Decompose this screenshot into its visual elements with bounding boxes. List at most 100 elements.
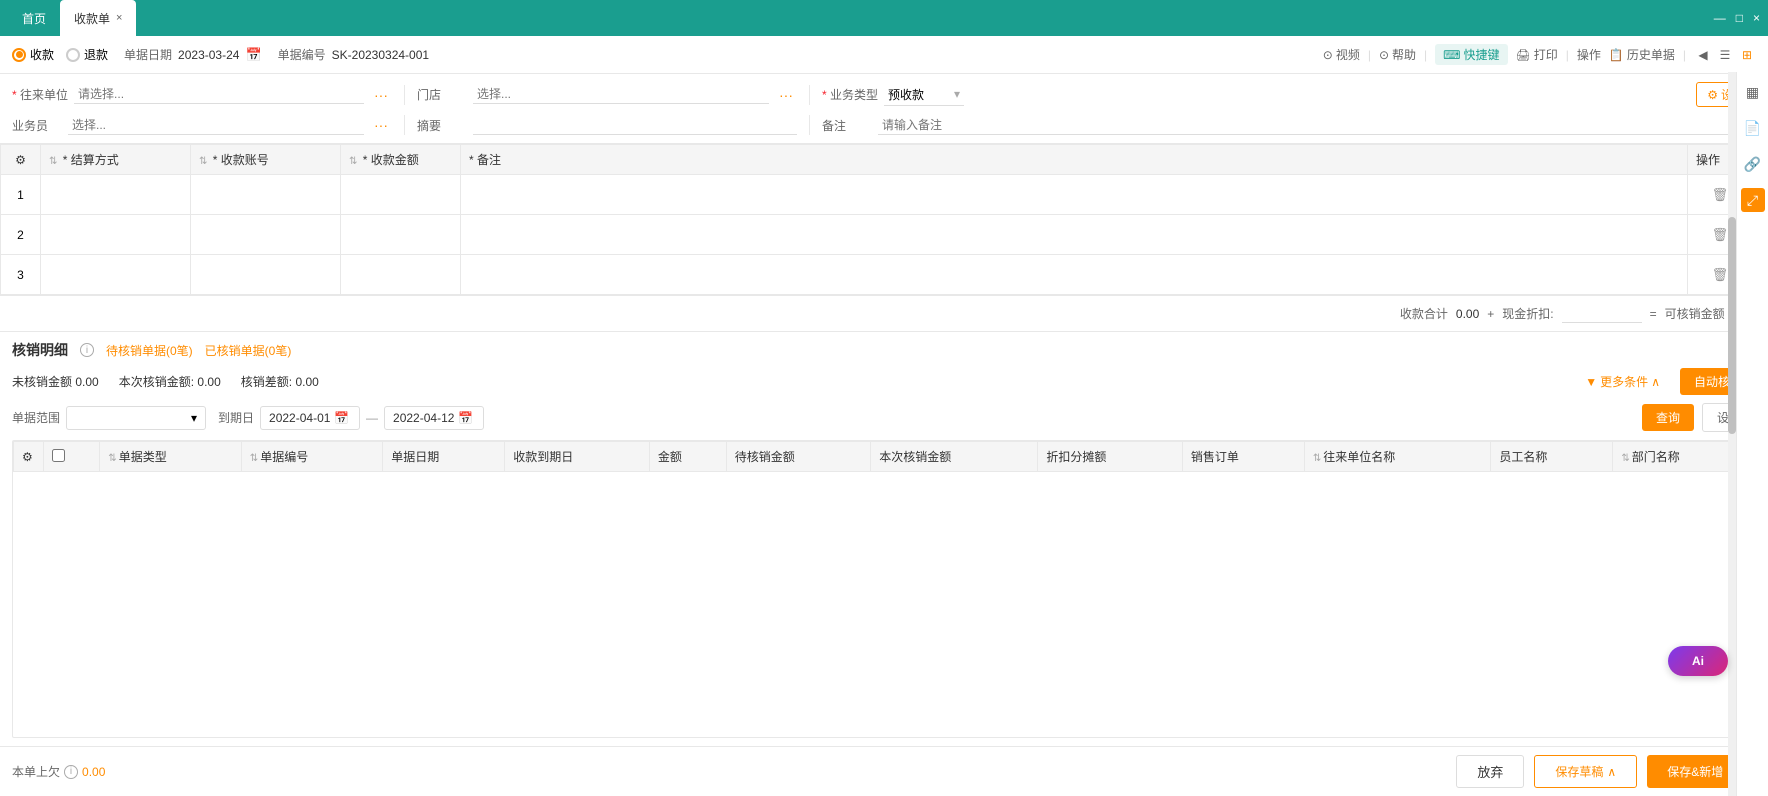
date-from-picker[interactable]: 2022-04-01 📅	[260, 406, 360, 430]
business-type-label: 业务类型	[822, 86, 878, 103]
account-cell-1[interactable]	[191, 175, 341, 215]
footer: 本单上欠 i 0.00 放弃 保存草稿 ∧ 保存&新增 ∧	[0, 746, 1768, 796]
business-type-value: 预收款	[888, 86, 924, 103]
prev-icon[interactable]: ◀	[1694, 46, 1712, 64]
grid-icon[interactable]: ⊞	[1738, 46, 1756, 64]
gear-icon[interactable]: ⚙	[22, 450, 33, 464]
sidebar-doc-icon[interactable]: 📄	[1741, 116, 1765, 140]
form-row-2: 业务员 ··· 摘要 备注	[12, 115, 1756, 135]
sidebar-expand-icon[interactable]: ⤢	[1741, 188, 1765, 212]
window-close-button[interactable]: ×	[1753, 11, 1760, 25]
receipt-radio[interactable]: 收款	[12, 46, 54, 63]
sort-icon: ⇅	[108, 453, 116, 464]
settle-cell-3[interactable]	[41, 255, 191, 295]
video-action[interactable]: ⊙ 视频	[1323, 46, 1360, 63]
abandon-button[interactable]: 放弃	[1456, 755, 1524, 788]
sort-icon: ⇅	[250, 453, 258, 464]
type-col-header[interactable]: ⇅单据类型	[100, 442, 242, 472]
account-cell-2[interactable]	[191, 215, 341, 255]
shortcut-action[interactable]: ⌨ 快捷键	[1435, 44, 1507, 65]
due-label: 到期日	[218, 409, 254, 426]
sort-icon: ⇅	[1621, 453, 1629, 464]
layout-icons: ◀ ☰ ⊞	[1694, 46, 1756, 64]
save-draft-button[interactable]: 保存草稿 ∧	[1534, 755, 1637, 788]
sort-icon: ⇅	[49, 156, 57, 167]
settle-cell-2[interactable]	[41, 215, 191, 255]
staff-input[interactable]	[68, 116, 364, 135]
history-action[interactable]: 📋 历史单据	[1609, 46, 1675, 63]
staff-field: 业务员 ···	[12, 116, 392, 135]
tab-receipt-close[interactable]: ×	[116, 12, 122, 24]
range-select[interactable]: ▾	[66, 406, 206, 430]
operation-action[interactable]: 操作	[1577, 46, 1601, 63]
date-range-sep: —	[366, 411, 378, 425]
business-type-select[interactable]: 预收款 ▾	[884, 84, 964, 106]
delete-row-2-btn[interactable]: 🗑	[1712, 227, 1729, 243]
amount-cell-2[interactable]	[341, 215, 461, 255]
footer-left: 本单上欠 i 0.00	[12, 763, 105, 780]
counterpart-field: 往来单位 ···	[12, 85, 392, 104]
help-action[interactable]: ⊙ 帮助	[1379, 46, 1416, 63]
amount-cell-3[interactable]	[341, 255, 461, 295]
info-icon[interactable]: i	[80, 343, 94, 357]
scrollbar-area[interactable]	[1728, 72, 1736, 796]
verify-title: 核销明细	[12, 340, 68, 360]
info-icon[interactable]: i	[64, 765, 78, 779]
date-to-picker[interactable]: 2022-04-12 📅	[384, 406, 484, 430]
verify-stats: 未核销金额 0.00 本次核销金额: 0.00 核销差额: 0.00 ▼ 更多条…	[12, 368, 1756, 395]
chevron-up-icon: ∧	[1607, 765, 1616, 779]
sidebar-table-icon[interactable]: ▦	[1741, 80, 1765, 104]
more-filter-btn[interactable]: ▼ 更多条件 ∧	[1585, 373, 1660, 390]
receipt-radio-label: 收款	[30, 46, 54, 63]
tab-home[interactable]: 首页	[8, 0, 60, 36]
shop-input[interactable]	[473, 85, 769, 104]
remark-cell-1[interactable]	[461, 175, 1688, 215]
date-to-value: 2022-04-12	[393, 411, 454, 425]
calendar-icon[interactable]: 📅	[245, 47, 261, 63]
delete-row-3-btn[interactable]: 🗑	[1712, 267, 1729, 283]
print-action[interactable]: 🖨 打印	[1516, 46, 1558, 63]
select-all-checkbox[interactable]	[52, 449, 65, 462]
sidebar-link-icon[interactable]: 🔗	[1741, 152, 1765, 176]
pending-tab[interactable]: 待核销单据(0笔)	[106, 342, 193, 359]
verify-header: 核销明细 i 待核销单据(0笔) 已核销单据(0笔)	[12, 340, 1756, 360]
minimize-button[interactable]: —	[1714, 11, 1726, 25]
remark-cell-3[interactable]	[461, 255, 1688, 295]
discount-input[interactable]	[1562, 304, 1642, 323]
settle-cell-1[interactable]	[41, 175, 191, 215]
tab-receipt[interactable]: 收款单 ×	[60, 0, 136, 36]
delete-row-1-btn[interactable]: 🗑	[1712, 187, 1729, 203]
list-icon[interactable]: ☰	[1716, 46, 1734, 64]
due-date-col-header: 收款到期日	[505, 442, 650, 472]
pending-col-header: 待核销金额	[726, 442, 871, 472]
range-label: 单据范围	[12, 409, 60, 426]
staff-more-btn[interactable]: ···	[370, 117, 392, 133]
remark-col-header: * 备注	[461, 145, 1688, 175]
row-num-3: 3	[1, 255, 41, 295]
account-cell-3[interactable]	[191, 255, 341, 295]
counterpart-more-btn[interactable]: ···	[370, 87, 392, 103]
remark-cell-2[interactable]	[461, 215, 1688, 255]
gear-col-header[interactable]: ⚙	[1, 145, 41, 175]
form-section: 往来单位 ··· 门店 ··· 业务类型 预收款 ▾ ⚙	[0, 74, 1768, 144]
number-col-header[interactable]: ⇅单据编号	[241, 442, 383, 472]
ai-bubble[interactable]: Ai	[1668, 646, 1728, 676]
number-value: SK-20230324-001	[332, 48, 429, 62]
discount-label: 现金折扣:	[1502, 305, 1553, 322]
query-button[interactable]: 查询	[1642, 404, 1694, 431]
counterpart-col-header[interactable]: ⇅往来单位名称	[1304, 442, 1491, 472]
date-col-header: 单据日期	[383, 442, 505, 472]
right-sidebar: ▦ 📄 🔗 ⤢	[1736, 72, 1768, 796]
footer-right: 放弃 保存草稿 ∧ 保存&新增 ∧	[1456, 755, 1756, 788]
remark-input[interactable]	[878, 116, 1756, 135]
amount-cell-1[interactable]	[341, 175, 461, 215]
sort-icon: ⇅	[199, 156, 207, 167]
shop-more-btn[interactable]: ···	[775, 87, 797, 103]
summary-input[interactable]	[473, 116, 797, 135]
calendar-from-icon: 📅	[334, 411, 349, 425]
refund-radio[interactable]: 退款	[66, 46, 108, 63]
maximize-button[interactable]: □	[1736, 11, 1743, 25]
staff-col-header: 员工名称	[1491, 442, 1613, 472]
counterpart-input[interactable]	[74, 85, 364, 104]
done-tab[interactable]: 已核销单据(0笔)	[205, 342, 292, 359]
